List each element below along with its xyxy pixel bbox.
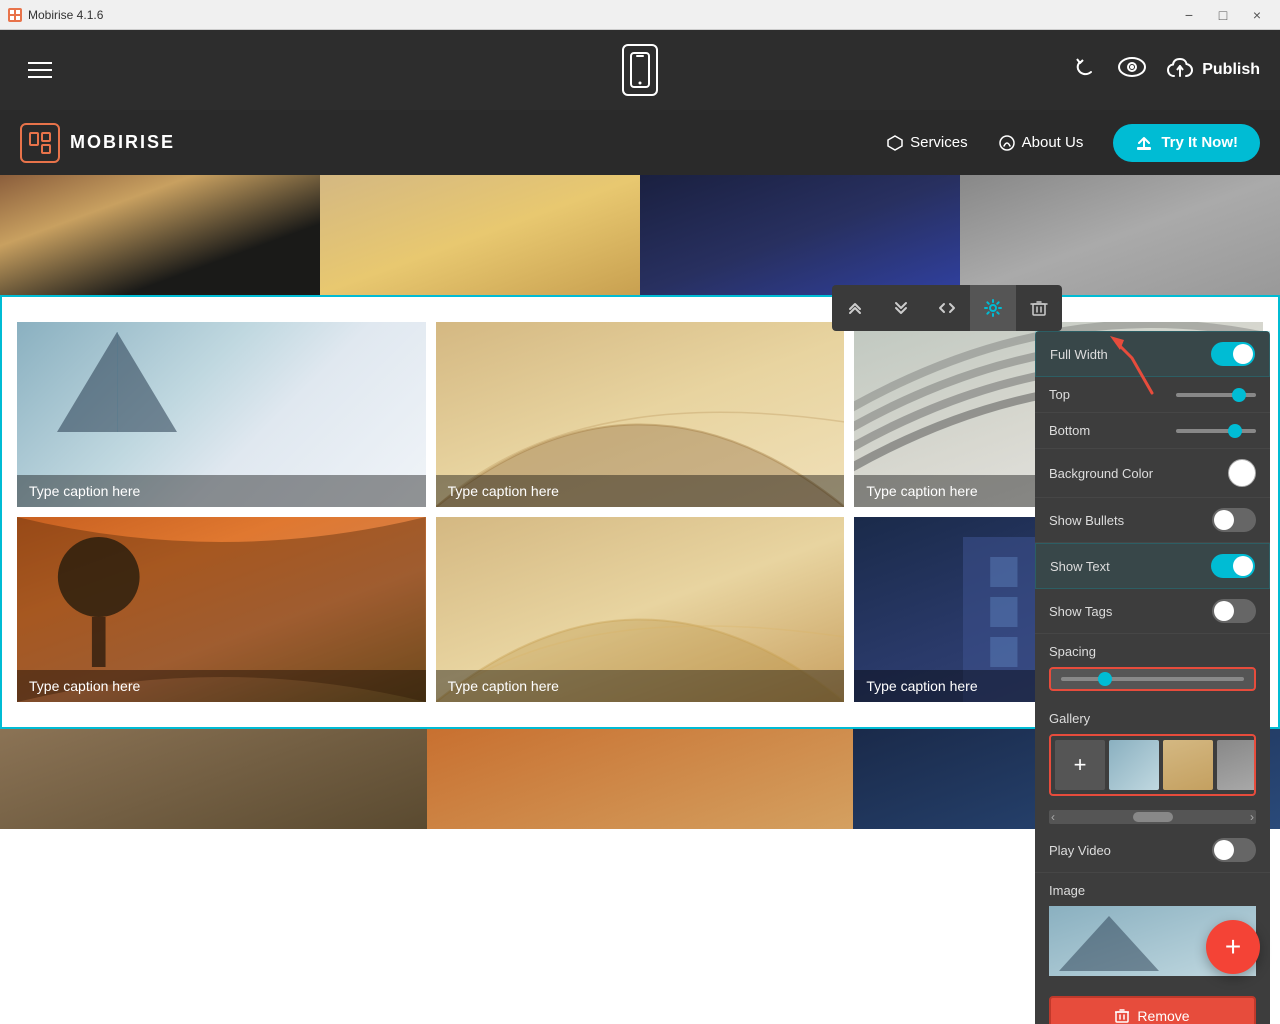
gallery-thumb-3[interactable]: [1217, 740, 1256, 790]
nav-about[interactable]: About Us: [998, 134, 1084, 152]
trash-icon: [1115, 1009, 1129, 1023]
show-bullets-row: Show Bullets: [1035, 498, 1270, 543]
bottom-label: Bottom: [1049, 423, 1090, 438]
show-bullets-toggle[interactable]: [1212, 508, 1256, 532]
preview-button[interactable]: [1118, 56, 1146, 85]
gallery-item-1[interactable]: Type caption here: [17, 322, 426, 507]
strip-image-1: [0, 175, 320, 295]
publish-button[interactable]: Publish: [1166, 56, 1260, 84]
show-tags-toggle[interactable]: [1212, 599, 1256, 623]
caption-5[interactable]: Type caption here: [436, 670, 845, 702]
show-text-label: Show Text: [1050, 559, 1110, 574]
gallery-scroll[interactable]: [1049, 810, 1256, 824]
show-bullets-label: Show Bullets: [1049, 513, 1124, 528]
hamburger-line-1: [28, 62, 52, 64]
logo-icon: [20, 123, 60, 163]
gallery-panel-items: +: [1049, 734, 1256, 796]
play-video-row: Play Video: [1035, 828, 1270, 873]
toolbar-right: Publish: [1072, 54, 1260, 86]
top-slider-thumb[interactable]: [1232, 388, 1246, 402]
gallery-add-button[interactable]: +: [1055, 740, 1105, 790]
remove-label: Remove: [1137, 1008, 1189, 1024]
gallery-panel-label: Gallery: [1049, 711, 1256, 726]
close-button[interactable]: ×: [1242, 0, 1272, 30]
show-text-row: Show Text: [1035, 543, 1270, 589]
play-video-toggle[interactable]: [1212, 838, 1256, 862]
gallery-item-2[interactable]: Type caption here: [436, 322, 845, 507]
spacing-label: Spacing: [1049, 644, 1256, 659]
block-toolbar: [832, 285, 1062, 331]
spacing-control[interactable]: [1049, 667, 1256, 691]
bottom-control: [1176, 429, 1256, 433]
cloud-upload-icon: [1166, 56, 1194, 84]
image-strip: [0, 175, 1280, 295]
maximize-button[interactable]: □: [1208, 0, 1238, 30]
show-tags-row: Show Tags: [1035, 589, 1270, 634]
gallery-thumb-1[interactable]: [1109, 740, 1159, 790]
publish-label: Publish: [1202, 61, 1260, 79]
gallery-panel-section: Gallery +: [1035, 701, 1270, 806]
gallery-item-4[interactable]: Type caption here: [17, 517, 426, 702]
delete-button[interactable]: [1016, 285, 1062, 331]
play-video-label: Play Video: [1049, 843, 1111, 858]
hamburger-line-2: [28, 69, 52, 71]
toolbar-center: [622, 44, 658, 96]
bg-color-label: Background Color: [1049, 466, 1153, 481]
strip-image-4: [960, 175, 1280, 295]
nav-links: Services About Us Try It Now!: [886, 124, 1260, 162]
main-canvas: MOBIRISE Services About Us: [0, 110, 1280, 1024]
caption-1[interactable]: Type caption here: [17, 475, 426, 507]
bg-color-picker[interactable]: [1228, 459, 1256, 487]
gallery-scroll-thumb[interactable]: [1133, 812, 1173, 822]
full-width-label: Full Width: [1050, 347, 1108, 362]
settings-button[interactable]: [970, 285, 1016, 331]
website-navbar: MOBIRISE Services About Us: [0, 110, 1280, 175]
nav-services[interactable]: Services: [886, 134, 968, 152]
menu-button[interactable]: [20, 54, 60, 86]
toolbar-left: [20, 54, 60, 86]
app-title: Mobirise 4.1.6: [28, 8, 103, 22]
window-controls: − □ ×: [1174, 0, 1272, 30]
app-icon: [8, 8, 22, 22]
top-slider-track[interactable]: [1176, 393, 1256, 397]
bg-color-row: Background Color: [1035, 449, 1270, 498]
top-label: Top: [1049, 387, 1070, 402]
show-tags-label: Show Tags: [1049, 604, 1112, 619]
full-width-row: Full Width: [1035, 331, 1270, 377]
bottom-slider-thumb[interactable]: [1228, 424, 1242, 438]
gallery-item-5[interactable]: Type caption here: [436, 517, 845, 702]
undo-button[interactable]: [1072, 54, 1098, 86]
mobile-preview-icon[interactable]: [622, 44, 658, 96]
bottom-slider-track[interactable]: [1176, 429, 1256, 433]
app-toolbar: Publish: [0, 30, 1280, 110]
show-text-toggle[interactable]: [1211, 554, 1255, 578]
hamburger-line-3: [28, 76, 52, 78]
bottom-image-2: [427, 729, 854, 829]
remove-button[interactable]: Remove: [1049, 996, 1256, 1024]
title-bar-left: Mobirise 4.1.6: [8, 8, 103, 22]
top-row: Top: [1035, 377, 1270, 413]
strip-image-2: [320, 175, 640, 295]
spacing-section: Spacing: [1035, 634, 1270, 701]
nav-cta-button[interactable]: Try It Now!: [1113, 124, 1260, 162]
spacing-slider-track[interactable]: [1061, 677, 1244, 681]
fab-add-button[interactable]: +: [1206, 920, 1260, 974]
top-control: [1176, 393, 1256, 397]
strip-image-3: [640, 175, 960, 295]
caption-2[interactable]: Type caption here: [436, 475, 845, 507]
gallery-thumb-2[interactable]: [1163, 740, 1213, 790]
move-down-button[interactable]: [878, 285, 924, 331]
minimize-button[interactable]: −: [1174, 0, 1204, 30]
caption-4[interactable]: Type caption here: [17, 670, 426, 702]
bottom-image-1: [0, 729, 427, 829]
image-label: Image: [1049, 883, 1256, 898]
nav-logo-text: MOBIRISE: [70, 132, 175, 153]
bottom-row: Bottom: [1035, 413, 1270, 449]
full-width-toggle[interactable]: [1211, 342, 1255, 366]
code-button[interactable]: [924, 285, 970, 331]
spacing-slider-thumb[interactable]: [1098, 672, 1112, 686]
nav-logo: MOBIRISE: [20, 123, 175, 163]
title-bar: Mobirise 4.1.6 − □ ×: [0, 0, 1280, 30]
move-up-button[interactable]: [832, 285, 878, 331]
